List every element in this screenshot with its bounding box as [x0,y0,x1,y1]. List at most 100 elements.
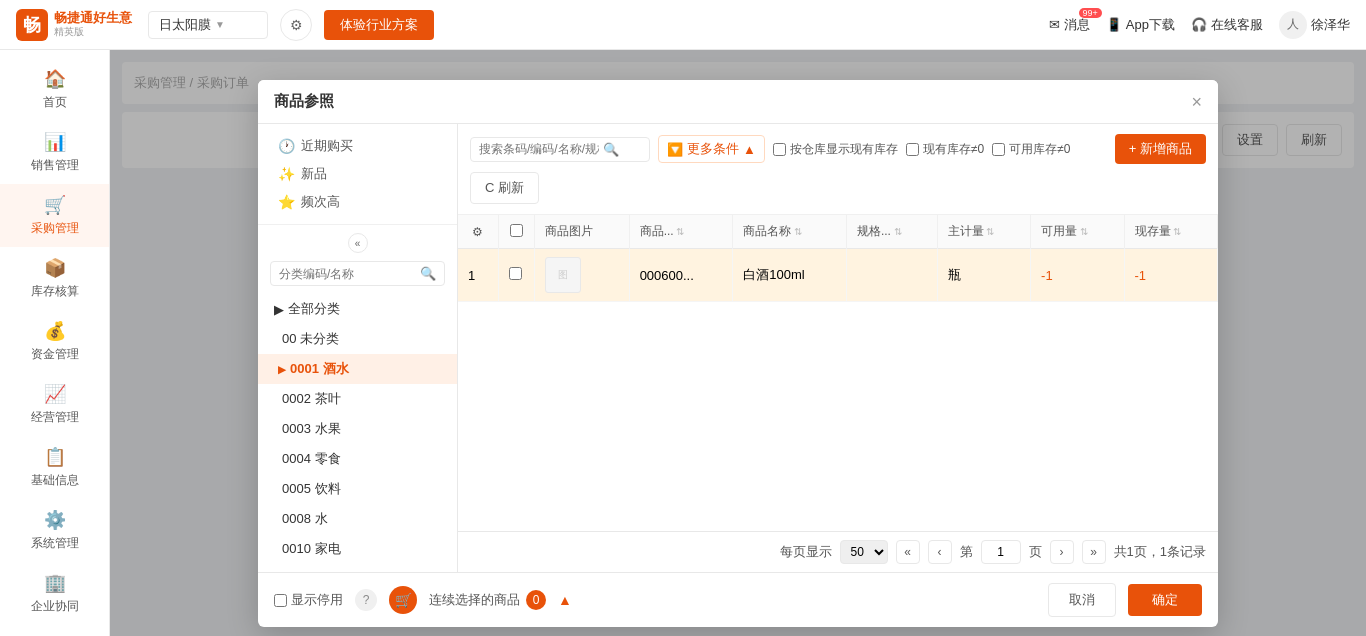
row-checkbox[interactable] [509,267,522,280]
category-snacks[interactable]: 0004 零食 [258,444,457,474]
sidebar-item-basic-info[interactable]: 📋 基础信息 [0,436,109,499]
category-search-input[interactable] [279,267,416,281]
stock-nonzero-checkbox-group[interactable]: 现有库存≠0 [906,141,984,158]
page-size-label: 每页显示 [780,543,832,561]
mobile-icon: 📱 [1106,17,1122,32]
sidebar-item-enterprise[interactable]: 🏢 企业协同 [0,562,109,625]
warehouse-checkbox-group[interactable]: 按仓库显示现有库存 [773,141,898,158]
th-checkbox[interactable] [498,215,534,249]
category-appliances-label: 0010 家电 [282,540,341,558]
show-disabled-label: 显示停用 [291,591,343,609]
product-reference-modal: 商品参照 × 🕐 近期购买 ✨ 新 [258,80,1218,627]
product-table-wrapper: ⚙ 商品图片 商品... 商品名称 规格... 主计量 可用量 现存量 [458,215,1218,531]
filter-button[interactable]: 🔽 更多条件 ▲ [658,135,765,163]
available-nonzero-checkbox[interactable] [992,143,1005,156]
new-products-item[interactable]: ✨ 新品 [270,160,445,188]
category-all[interactable]: ▶ 全部分类 [258,294,457,324]
th-stock[interactable]: 现存量 [1124,215,1217,249]
logo-sub: 精英版 [54,25,132,39]
warehouse-checkbox[interactable] [773,143,786,156]
sidebar-item-purchase[interactable]: 🛒 采购管理 [0,184,109,247]
row-image-cell: 图 [534,249,629,302]
th-unit[interactable]: 主计量 [937,215,1030,249]
modal-close-button[interactable]: × [1191,93,1202,111]
user-menu[interactable]: 人 徐泽华 [1279,11,1350,39]
collapse-button[interactable]: « [348,233,368,253]
sidebar-item-inventory[interactable]: 📦 库存核算 [0,247,109,310]
collapse-arrow-icon[interactable]: ▲ [558,592,572,608]
row-num: 1 [458,249,498,302]
category-appliances[interactable]: 0010 家电 [258,534,457,564]
stock-nonzero-checkbox[interactable] [906,143,919,156]
page-size-select[interactable]: 50 [840,540,888,564]
first-page-button[interactable]: « [896,540,920,564]
table-row[interactable]: 1 图 000600... 白酒100ml 瓶 [458,249,1218,302]
top-navigation: 畅 畅捷通好生意 精英版 日太阳膜 ▼ ⚙ 体验行业方案 ✉ 消息 99+ 📱 … [0,0,1366,50]
th-name[interactable]: 商品名称 [733,215,847,249]
next-page-button[interactable]: › [1050,540,1074,564]
sidebar-label-enterprise: 企业协同 [31,598,79,615]
product-panel: 🔍 🔽 更多条件 ▲ 按仓库显示现有库存 [458,124,1218,572]
th-code[interactable]: 商品... [629,215,733,249]
category-tea[interactable]: 0002 茶叶 [258,384,457,414]
system-icon: ⚙️ [44,509,66,531]
row-spec [846,249,937,302]
show-disabled-checkbox[interactable] [274,594,287,607]
store-name: 日太阳膜 [159,16,211,34]
sidebar-item-home[interactable]: 🏠 首页 [0,58,109,121]
cancel-button[interactable]: 取消 [1048,583,1116,617]
category-liquor[interactable]: ▶ 0001 酒水 [258,354,457,384]
search-icon[interactable]: 🔍 [420,266,436,281]
show-disabled-group[interactable]: 显示停用 [274,591,343,609]
category-uncategorized[interactable]: 00 未分类 [258,324,457,354]
category-water[interactable]: 0008 水 [258,504,457,534]
row-code: 000600... [629,249,733,302]
product-search-icon[interactable]: 🔍 [603,142,619,157]
refresh-button[interactable]: C 刷新 [470,172,539,204]
last-page-button[interactable]: » [1082,540,1106,564]
sidebar-label-home: 首页 [43,94,67,111]
logo-icon: 畅 [16,9,48,41]
category-water-label: 0008 水 [282,510,328,528]
frequent-item[interactable]: ⭐ 频次高 [270,188,445,216]
app-download-button[interactable]: 📱 App下载 [1106,16,1175,34]
star-icon: ⭐ [278,194,295,210]
th-available[interactable]: 可用量 [1031,215,1124,249]
online-service-button[interactable]: 🎧 在线客服 [1191,16,1263,34]
category-fruit[interactable]: 0003 水果 [258,414,457,444]
sidebar-item-system[interactable]: ⚙️ 系统管理 [0,499,109,562]
confirm-button[interactable]: 确定 [1128,584,1202,616]
online-service-label: 在线客服 [1211,16,1263,34]
store-selector[interactable]: 日太阳膜 ▼ [148,11,268,39]
sales-icon: 📊 [44,131,66,153]
experience-button[interactable]: 体验行业方案 [324,10,434,40]
sidebar-label-sales: 销售管理 [31,157,79,174]
username: 徐泽华 [1311,16,1350,34]
page-suffix: 页 [1029,543,1042,561]
th-settings[interactable]: ⚙ [458,215,498,249]
messages-button[interactable]: ✉ 消息 99+ [1049,16,1090,34]
category-snacks-label: 0004 零食 [282,450,341,468]
settings-icon[interactable]: ⚙ [280,9,312,41]
page-number-input[interactable] [981,540,1021,564]
add-product-button[interactable]: + 新增商品 [1115,134,1206,164]
available-nonzero-checkbox-group[interactable]: 可用库存≠0 [992,141,1070,158]
th-spec[interactable]: 规格... [846,215,937,249]
row-checkbox-cell[interactable] [498,249,534,302]
sidebar-item-sales[interactable]: 📊 销售管理 [0,121,109,184]
recent-purchase-item[interactable]: 🕐 近期购买 [270,132,445,160]
prev-page-button[interactable]: ‹ [928,540,952,564]
row-unit: 瓶 [937,249,1030,302]
continuous-label: 连续选择的商品 [429,591,520,609]
recent-purchase-label: 近期购买 [301,137,353,155]
cart-icon[interactable]: 🛒 [389,586,417,614]
select-all-checkbox[interactable] [510,224,523,237]
filter-arrow-icon: ▲ [743,142,756,157]
sidebar-item-operations[interactable]: 📈 经营管理 [0,373,109,436]
sidebar-item-finance[interactable]: 💰 资金管理 [0,310,109,373]
product-search-input[interactable] [479,142,599,156]
expand-arrow-icon: ▶ [274,302,284,317]
category-drinks[interactable]: 0005 饮料 [258,474,457,504]
sidebar-item-guide[interactable]: 🎯 新手引导 [0,625,109,636]
help-icon[interactable]: ? [355,589,377,611]
